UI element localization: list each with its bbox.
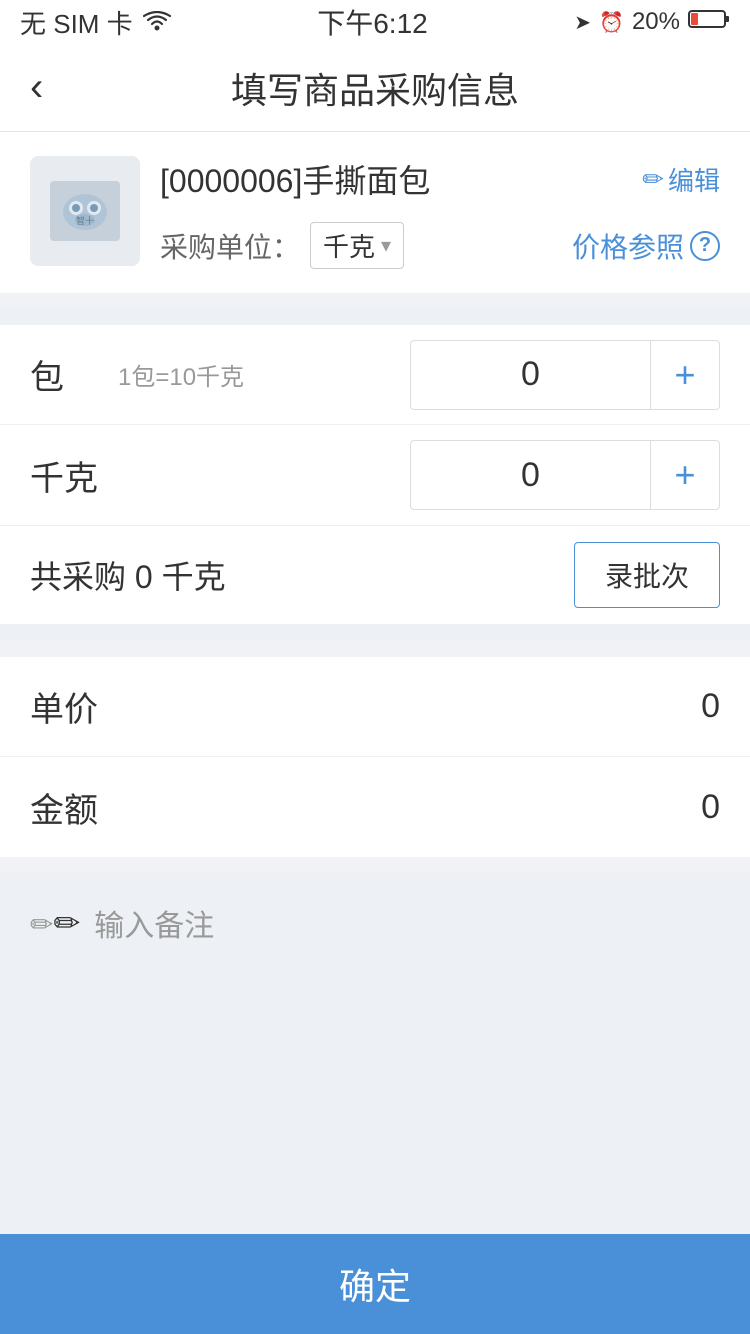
pencil-icon: ✏ [30, 904, 80, 942]
quantity-row-kg: 千克 + [0, 425, 750, 525]
product-logo: 智十 [50, 181, 120, 241]
battery-icon [688, 8, 730, 36]
wifi-icon [143, 7, 171, 38]
product-unit-row: 采购单位： 千克 ▾ 价格参照 ? [160, 222, 720, 269]
section-divider-2 [0, 625, 750, 641]
confirm-label: 确定 [339, 1258, 411, 1310]
price-value: 0 [701, 687, 720, 726]
amount-row: 金额 0 [0, 757, 750, 857]
amount-label: 金额 [30, 783, 98, 832]
quantity-input-wrap-bao: + [410, 340, 720, 410]
nav-bar: ‹ 填写商品采购信息 [0, 44, 750, 132]
unit-value: 千克 [323, 227, 375, 264]
alarm-icon: ⏰ [599, 10, 624, 35]
product-info: [0000006]手撕面包 ✏ 编辑 采购单位： 千克 ▾ 价格参照 ? [160, 156, 720, 269]
amount-value: 0 [701, 788, 720, 827]
edit-button[interactable]: ✏ 编辑 [642, 161, 720, 198]
product-name: [0000006]手撕面包 [160, 156, 430, 202]
record-batch-button[interactable]: 录批次 [574, 542, 720, 608]
status-bar-left: 无 SIM 卡 [20, 4, 171, 41]
status-bar-right: ➤ ⏰ 20% [574, 8, 730, 36]
quantity-plus-bao[interactable]: + [650, 340, 720, 410]
no-sim-label: 无 SIM 卡 [20, 4, 133, 41]
status-bar: 无 SIM 卡 下午6:12 ➤ ⏰ 20% [0, 0, 750, 44]
total-label: 共采购 0 千克 [30, 552, 226, 598]
quantity-plus-kg[interactable]: + [650, 440, 720, 510]
remark-section[interactable]: ✏ 输入备注 [0, 873, 750, 973]
info-section: 单价 0 金额 0 [0, 657, 750, 857]
section-divider-1 [0, 309, 750, 325]
product-card: 智十 [0000006]手撕面包 ✏ 编辑 采购单位： 千克 ▾ 价格参照 ? [0, 132, 750, 293]
price-row: 单价 0 [0, 657, 750, 757]
battery-percent: 20% [632, 8, 680, 36]
status-bar-time: 下午6:12 [317, 2, 428, 42]
quantity-section: 包 1包=10千克 + 千克 + [0, 325, 750, 525]
quantity-input-bao[interactable] [410, 340, 650, 410]
edit-icon: ✏ [642, 164, 664, 195]
quantity-input-wrap-kg: + [410, 440, 720, 510]
product-image: 智十 [30, 156, 140, 266]
confirm-button[interactable]: 确定 [0, 1234, 750, 1334]
price-ref-button[interactable]: 价格参照 ? [572, 226, 720, 266]
product-name-row: [0000006]手撕面包 ✏ 编辑 [160, 156, 720, 202]
quantity-label-bao: 包 [30, 350, 110, 399]
help-icon: ? [690, 231, 720, 261]
quantity-sublabel-bao: 1包=10千克 [118, 357, 410, 392]
quantity-label-kg: 千克 [30, 451, 110, 500]
quantity-row-bao: 包 1包=10千克 + [0, 325, 750, 425]
quantity-input-kg[interactable] [410, 440, 650, 510]
svg-text:智十: 智十 [76, 215, 94, 226]
back-button[interactable]: ‹ [30, 65, 43, 110]
page-title: 填写商品采购信息 [231, 62, 519, 114]
location-icon: ➤ [574, 10, 591, 35]
unit-label: 采购单位： [160, 226, 300, 266]
unit-select[interactable]: 千克 ▾ [310, 222, 404, 269]
total-row: 共采购 0 千克 录批次 [0, 525, 750, 625]
chevron-down-icon: ▾ [381, 233, 391, 258]
price-label: 单价 [30, 682, 98, 731]
remark-placeholder: 输入备注 [94, 901, 214, 945]
